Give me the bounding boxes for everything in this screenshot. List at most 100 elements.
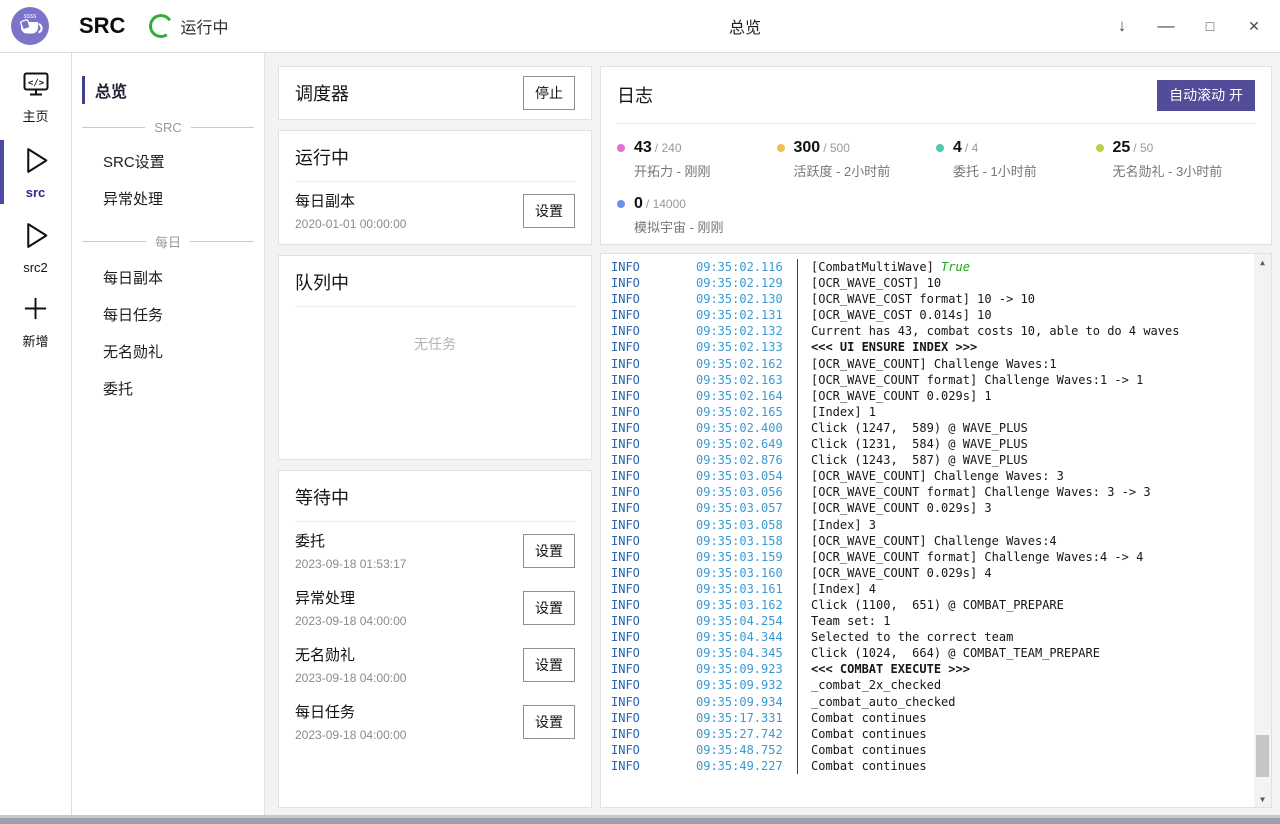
log-line: INFO 09:35:02.163 [OCR_WAVE_COUNT format] …: [611, 371, 1247, 388]
log-line: INFO 09:35:27.742 Combat continues: [611, 725, 1247, 742]
task-time: 2020-01-01 00:00:00: [295, 217, 407, 231]
stat-body: 4/ 4 委托 - 1小时前: [953, 139, 1037, 180]
nav-rail-item-src2[interactable]: src2: [0, 213, 71, 281]
log-timestamp: 09:35:09.923: [696, 662, 783, 677]
log-line: INFO 09:35:03.161 [Index] 4: [611, 580, 1247, 597]
main-content: 调度器 停止 运行中 每日副本 2020-01-01 00:00:00 设置 队列中…: [265, 53, 1280, 816]
sidebar-item[interactable]: 异常处理: [72, 180, 264, 217]
sidebar-item[interactable]: 每日任务: [72, 296, 264, 333]
nav-rail-label: src: [25, 185, 46, 200]
log-message: [OCR_WAVE_COST format] 10 -> 10: [797, 291, 1035, 308]
log-timestamp: 09:35:04.344: [696, 630, 783, 645]
log-message: Selected to the correct team: [797, 629, 1013, 646]
maximize-icon: □: [1205, 18, 1215, 34]
log-message: [OCR_WAVE_COUNT] Challenge Waves:4: [797, 532, 1057, 549]
task-row: 委托 2023-09-18 01:53:17 设置: [295, 522, 575, 579]
log-line: INFO 09:35:03.162 Click (1100, 651) @ COMB…: [611, 596, 1247, 614]
log-line: INFO 09:35:02.162 [OCR_WAVE_COUNT] Challen…: [611, 355, 1247, 372]
log-line: INFO 09:35:17.331 Combat continues: [611, 709, 1247, 726]
scroll-up-icon[interactable]: ▲: [1254, 255, 1271, 269]
app-logo-icon: ssss: [11, 7, 49, 45]
task-name: 每日副本: [295, 193, 356, 210]
log-message: [OCR_WAVE_COUNT 0.029s] 3: [797, 500, 992, 517]
queue-empty-text: 无任务: [414, 336, 456, 352]
log-timestamp: 09:35:02.132: [696, 324, 783, 339]
settings-button[interactable]: 设置: [523, 704, 575, 739]
nav-rail-label: src2: [23, 260, 48, 275]
task-info: 每日任务 2023-09-18 04:00:00: [295, 701, 406, 742]
settings-button[interactable]: 设置: [523, 647, 575, 682]
resource-stat: 25/ 50 无名勋礼 - 3小时前: [1095, 139, 1256, 180]
autoscroll-toggle-button[interactable]: 自动滚动 开: [1157, 79, 1255, 111]
log-message: Combat continues: [797, 757, 927, 774]
log-level: INFO: [611, 469, 640, 484]
settings-button[interactable]: 设置: [523, 533, 575, 568]
scrollbar-thumb[interactable]: [1256, 735, 1269, 777]
log-line: INFO 09:35:04.345 Click (1024, 664) @ COMB…: [611, 645, 1247, 662]
log-timestamp: 09:35:02.649: [696, 437, 783, 452]
settings-button[interactable]: 设置: [523, 590, 575, 625]
maximize-button[interactable]: □: [1188, 0, 1232, 52]
settings-button[interactable]: 设置: [523, 193, 575, 228]
close-button[interactable]: ✕: [1232, 0, 1276, 52]
log-output: INFO 09:35:02.116 [CombatMultiWave] True IN…: [600, 253, 1272, 808]
log-line: INFO 09:35:09.932 _combat_2x_checked: [611, 677, 1247, 694]
sidebar-item[interactable]: 每日副本: [72, 259, 264, 296]
scroll-down-icon[interactable]: ▼: [1254, 792, 1271, 806]
log-message: [OCR_WAVE_COUNT] Challenge Waves: 3: [797, 468, 1064, 485]
play-icon: [20, 220, 51, 256]
log-line: INFO 09:35:02.165 [Index] 1: [611, 403, 1247, 420]
stat-body: 25/ 50 无名勋礼 - 3小时前: [1113, 139, 1223, 180]
stat-dot-icon: [936, 144, 944, 152]
task-info: 委托 2023-09-18 01:53:17: [295, 530, 406, 571]
log-line: INFO 09:35:02.129 [OCR_WAVE_COST] 10: [611, 275, 1247, 292]
log-level: INFO: [611, 276, 640, 291]
log-timestamp: 09:35:02.162: [696, 356, 783, 371]
log-message: Current has 43, combat costs 10, able to…: [797, 323, 1179, 340]
log-line: INFO 09:35:02.649 Click (1231, 584) @ WAVE…: [611, 436, 1247, 453]
log-scrollbar[interactable]: ▲ ▼: [1254, 254, 1271, 807]
log-level: INFO: [611, 710, 640, 725]
log-timestamp: 09:35:03.057: [696, 501, 783, 516]
sidebar-item[interactable]: 委托: [72, 370, 264, 407]
task-row: 每日副本 2020-01-01 00:00:00 设置: [295, 182, 575, 239]
task-time: 2023-09-18 04:00:00: [295, 728, 407, 742]
nav-rail-label: 新增: [22, 334, 49, 349]
log-highlight: True: [941, 260, 970, 274]
running-panel: 运行中 每日副本 2020-01-01 00:00:00 设置: [278, 130, 592, 245]
stat-total: / 4: [964, 141, 979, 155]
log-message: <<< UI ENSURE INDEX >>>: [797, 339, 977, 356]
log-level: INFO: [611, 420, 640, 435]
sidebar-item-overview[interactable]: 总览: [72, 75, 264, 105]
log-level: INFO: [611, 517, 640, 532]
waiting-panel: 等待中 委托 2023-09-18 01:53:17 设置 异常处理 2023-09-1…: [278, 470, 592, 808]
log-line: INFO 09:35:03.160 [OCR_WAVE_COUNT 0.029s] …: [611, 564, 1247, 581]
log-level: INFO: [611, 533, 640, 548]
close-icon: ✕: [1248, 17, 1260, 34]
log-line: INFO 09:35:02.876 Click (1243, 587) @ WAVE…: [611, 452, 1247, 469]
sidebar-item[interactable]: 无名勋礼: [72, 333, 264, 370]
scheduler-title: 调度器: [295, 84, 349, 104]
log-message: [OCR_WAVE_COUNT format] Challenge Waves:…: [797, 548, 1143, 565]
log-level: INFO: [611, 388, 640, 403]
minimize-button[interactable]: —: [1144, 0, 1188, 52]
nav-rail-item-add[interactable]: 新增: [0, 288, 71, 356]
nav-rail-item-src[interactable]: src: [0, 138, 71, 206]
log-line: INFO 09:35:04.254 Team set: 1: [611, 613, 1247, 630]
stat-dot-icon: [776, 144, 785, 152]
nav-rail-item-home[interactable]: </> 主页: [0, 65, 71, 131]
stop-button[interactable]: 停止: [523, 76, 575, 110]
log-message: Click (1100, 651) @ COMBAT_PREPARE: [797, 596, 1064, 614]
task-info: 异常处理 2023-09-18 04:00:00: [295, 587, 406, 628]
nav-rail-label: 主页: [22, 109, 49, 124]
log-timestamp: 09:35:17.331: [696, 710, 783, 725]
log-message: [CombatMultiWave] True: [797, 259, 970, 276]
stat-total: / 240: [654, 141, 682, 155]
log-timestamp: 09:35:09.934: [696, 694, 783, 709]
download-button[interactable]: ↓: [1100, 0, 1144, 52]
log-message: [Index] 1: [797, 403, 876, 420]
sidebar-group-divider: 每日: [82, 232, 254, 251]
sidebar-item[interactable]: SRC设置: [72, 143, 264, 180]
running-spinner-icon: [147, 11, 176, 41]
log-level: INFO: [611, 614, 640, 629]
